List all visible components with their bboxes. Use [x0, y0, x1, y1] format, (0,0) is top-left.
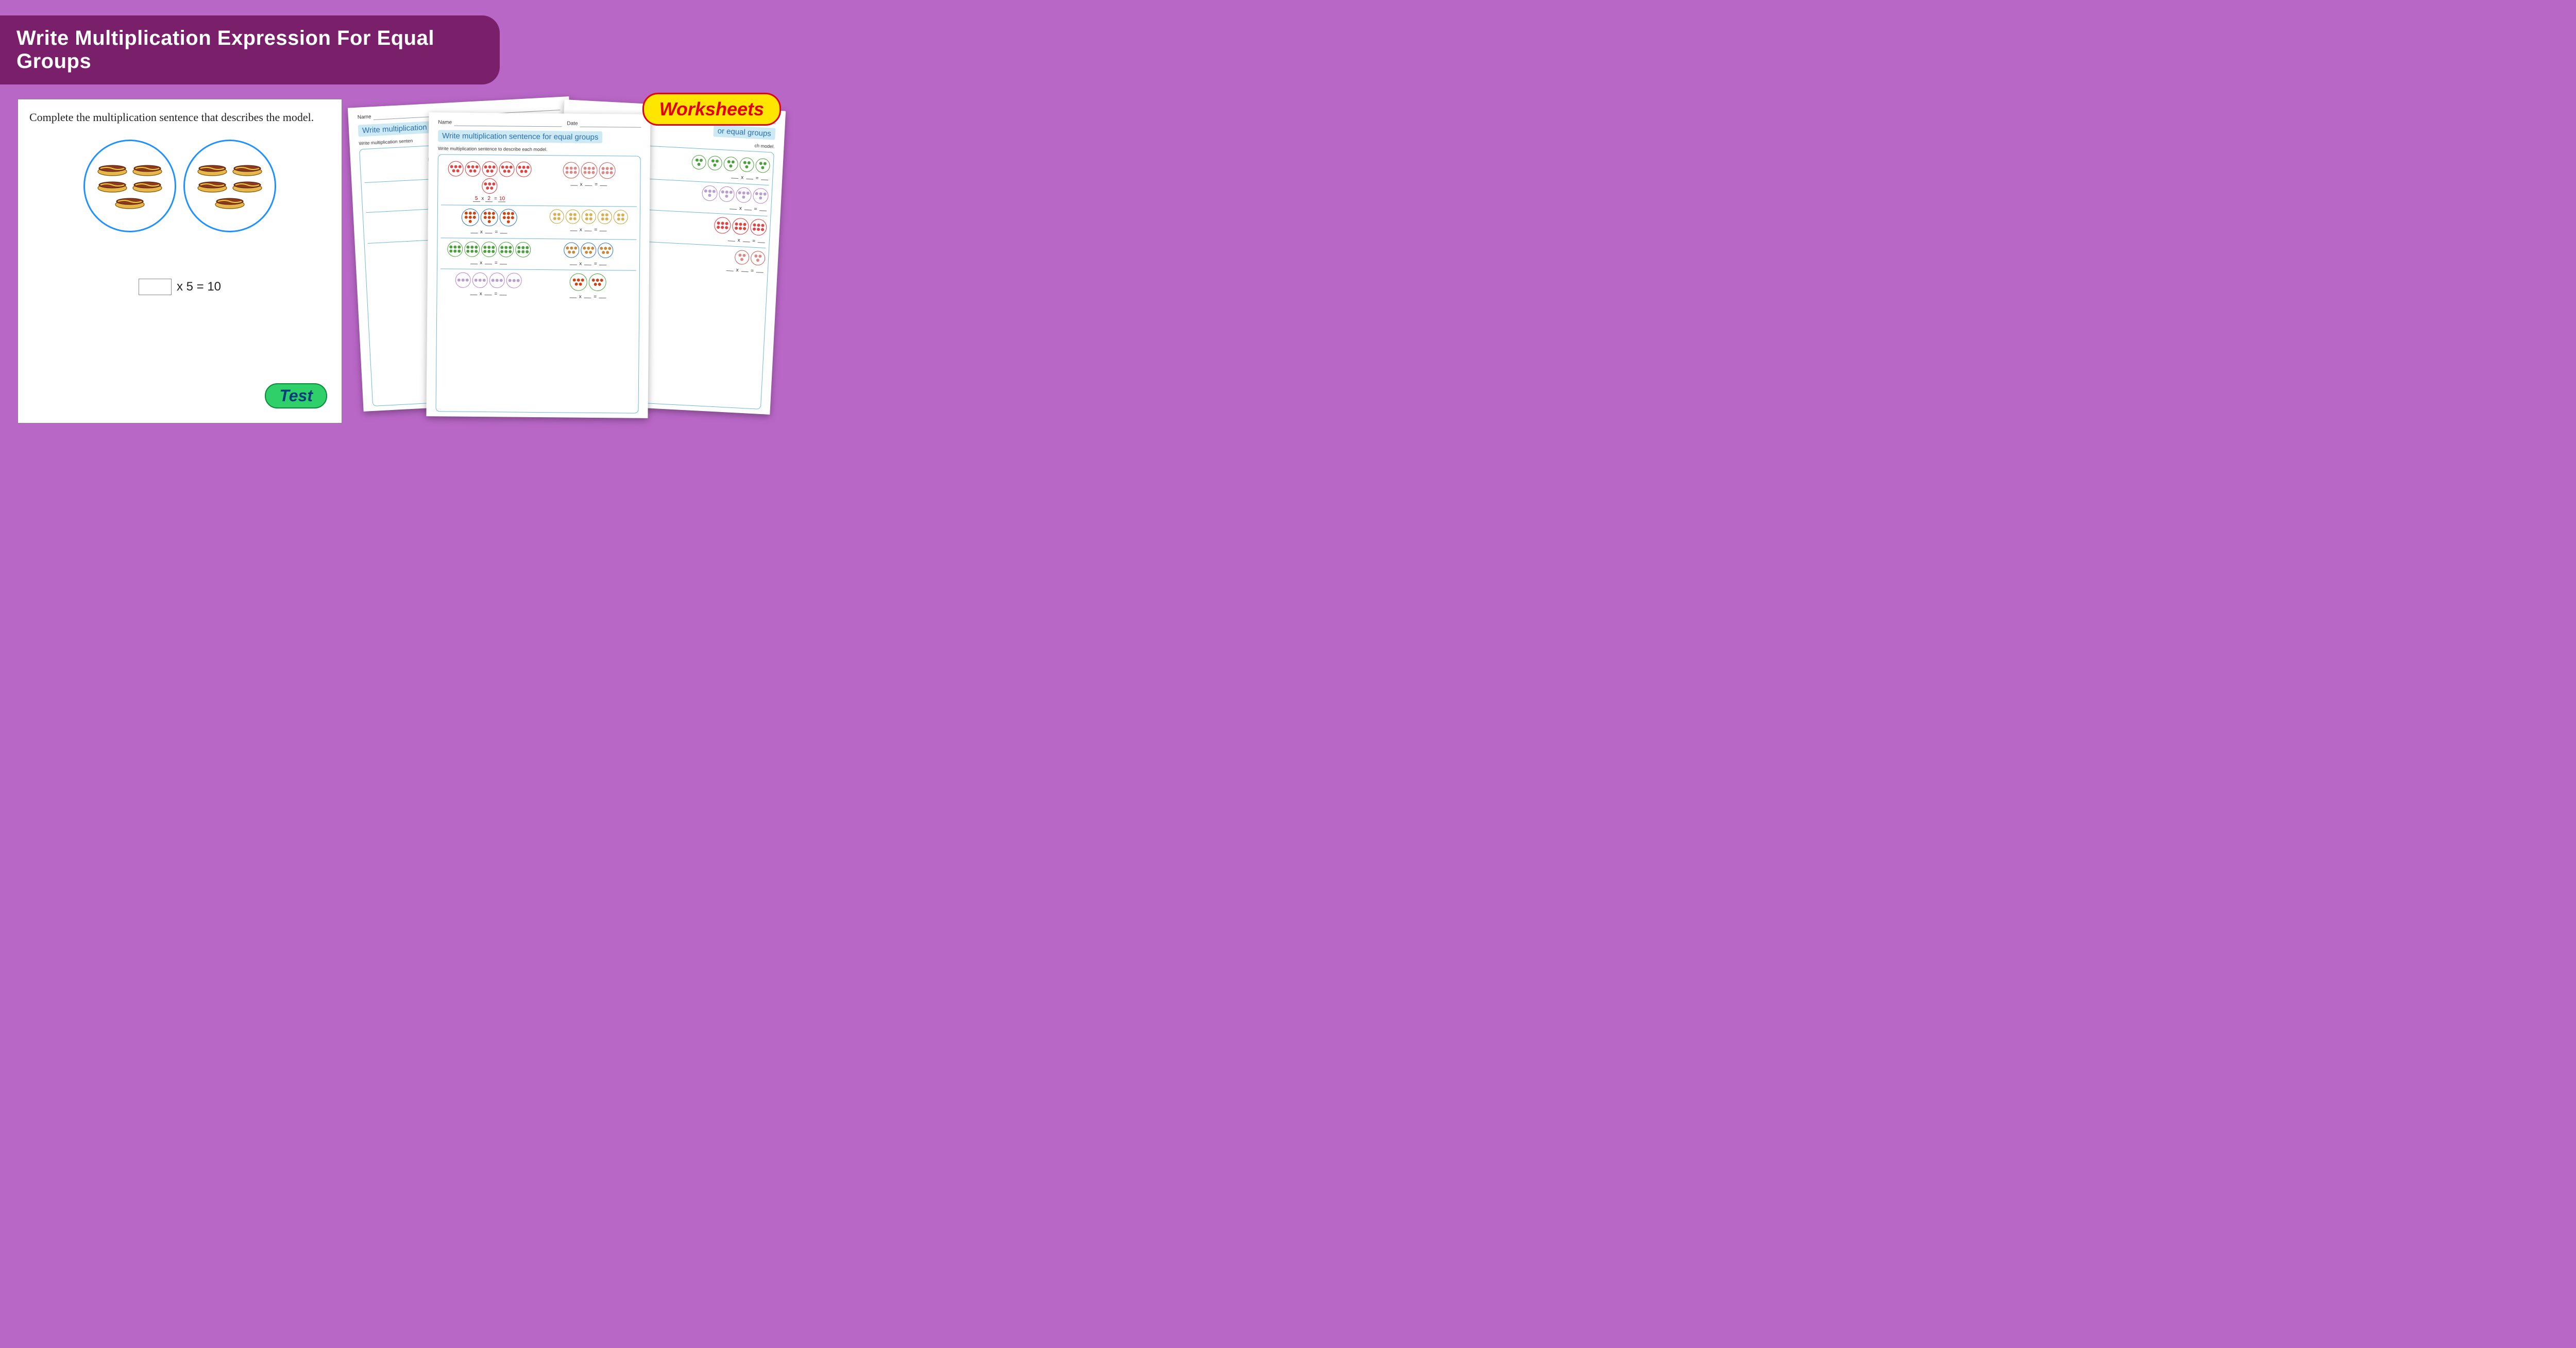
- sheet-equation: x =: [714, 235, 767, 245]
- hotdog-icon: [114, 195, 146, 210]
- date-label: Date: [567, 121, 578, 127]
- group-circle: [183, 140, 276, 232]
- sheet-equation: x =: [441, 228, 537, 235]
- sheet-title: Write multiplication: [358, 121, 432, 136]
- model-groups: [29, 140, 330, 232]
- group-circle: [83, 140, 176, 232]
- hotdog-icon: [96, 162, 128, 177]
- instruction-text: Complete the multiplication sentence tha…: [29, 111, 330, 124]
- test-panel: Complete the multiplication sentence tha…: [18, 99, 342, 423]
- hotdog-icon: [231, 179, 263, 193]
- sheet-subtitle: Write multiplication sentence to describ…: [438, 146, 641, 152]
- sheet-equation: 5 x 2 = 10: [441, 195, 537, 202]
- hotdog-icon: [196, 162, 228, 177]
- worksheet-thumb[interactable]: Name Date Write multiplication sentence …: [426, 112, 650, 418]
- content-area: Complete the multiplication sentence tha…: [0, 99, 804, 429]
- equation-row: x 5 = 10: [29, 279, 330, 295]
- test-button[interactable]: Test: [265, 383, 327, 408]
- equation-text: x 5 = 10: [177, 280, 221, 294]
- worksheet-area: Worksheets Name Write multiplication Wri…: [355, 99, 786, 429]
- sheet-equation: x =: [701, 202, 768, 213]
- sheet-equation: x =: [540, 260, 636, 267]
- hotdog-icon: [131, 179, 163, 193]
- sheet-equation: x =: [540, 180, 637, 188]
- sheet-equation: x =: [539, 293, 636, 300]
- sheet-title: Write multiplication sentence for equal …: [438, 130, 602, 143]
- hotdog-icon: [214, 195, 246, 210]
- hotdog-icon: [96, 179, 128, 193]
- worksheets-button[interactable]: Worksheets: [642, 93, 781, 126]
- hotdog-icon: [196, 179, 228, 193]
- sheet-equation: x =: [540, 226, 637, 233]
- sheet-equation: x =: [440, 289, 536, 297]
- hotdog-icon: [231, 162, 263, 177]
- hotdog-icon: [131, 162, 163, 177]
- sheet-equation: x =: [440, 259, 537, 266]
- name-label: Name: [358, 114, 371, 121]
- name-label: Name: [438, 120, 452, 126]
- page-title: Write Multiplication Expression For Equa…: [0, 15, 500, 84]
- answer-input[interactable]: [139, 279, 172, 295]
- sheet-equation: x =: [725, 266, 765, 275]
- sheet-equation: x =: [691, 171, 769, 182]
- sheet-title: or equal groups: [713, 125, 775, 140]
